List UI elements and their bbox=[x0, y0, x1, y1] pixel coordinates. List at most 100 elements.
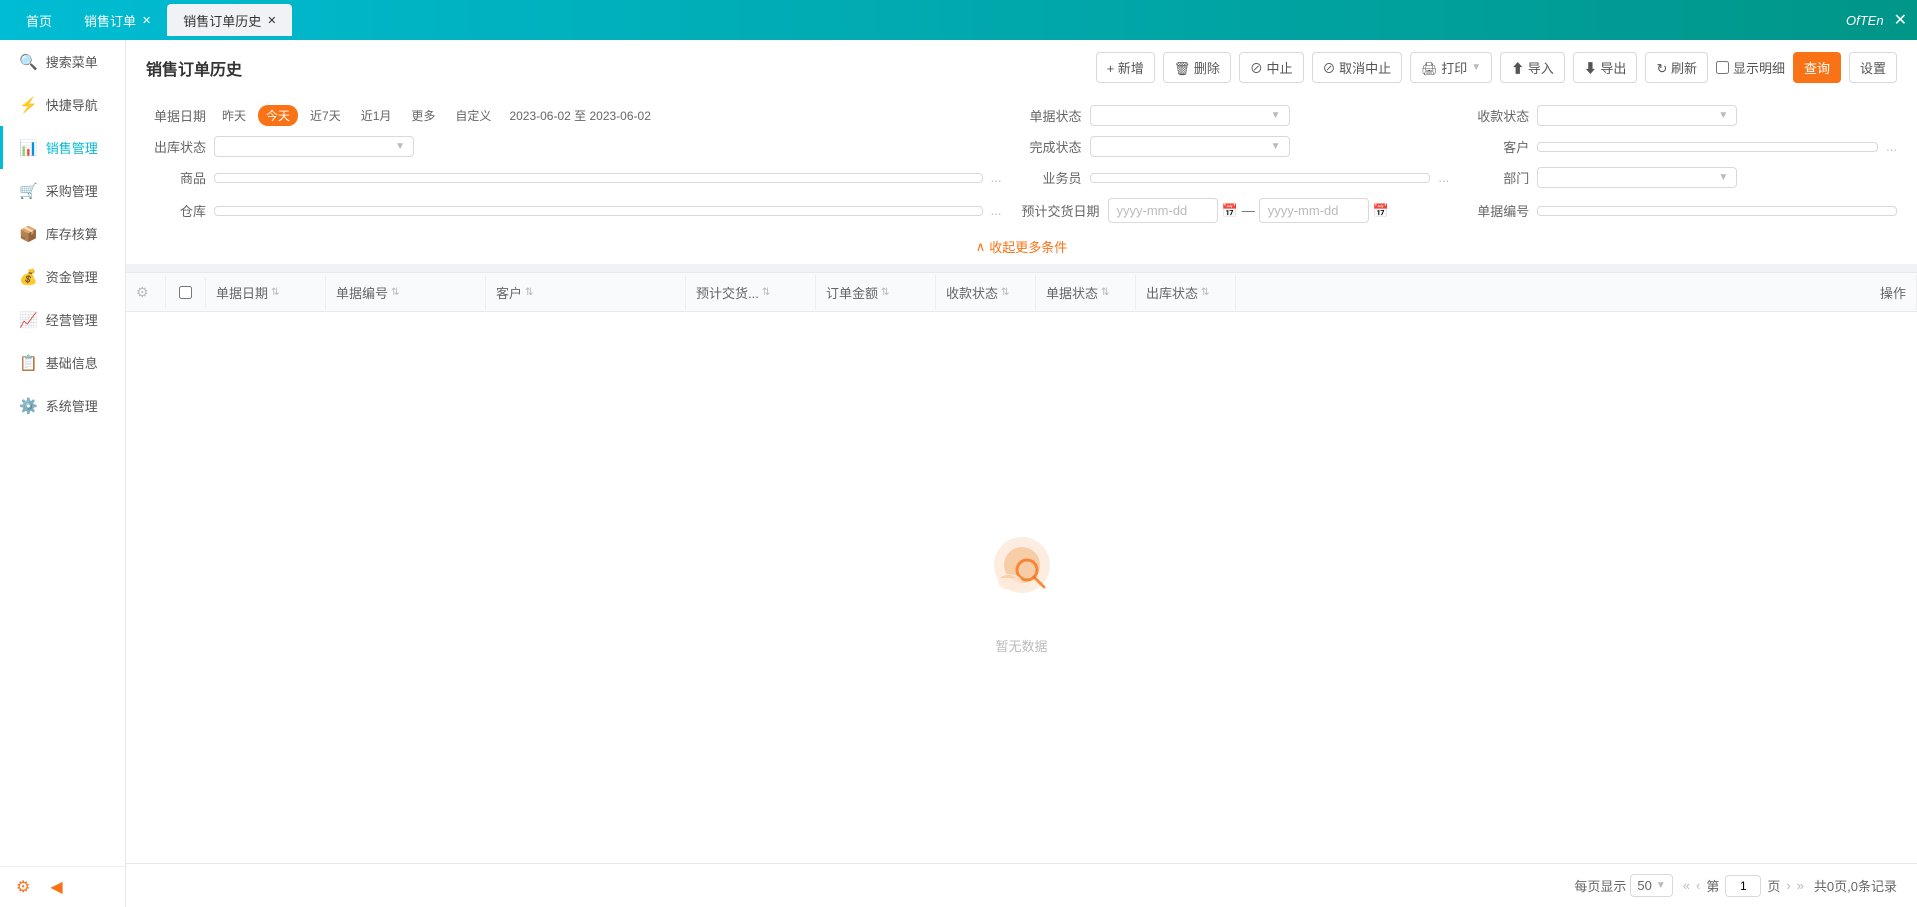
customer-input[interactable] bbox=[1537, 142, 1878, 152]
th-payment-sort-icon[interactable]: ⇅ bbox=[1001, 287, 1009, 298]
search-button[interactable]: 查询 bbox=[1793, 52, 1841, 83]
goods-label: 商品 bbox=[146, 168, 206, 187]
filter-complete-status: 完成状态 ▼ bbox=[1022, 136, 1450, 157]
sidebar-item-operations-label: 经营管理 bbox=[46, 310, 98, 329]
date-chip-last7[interactable]: 近7天 bbox=[302, 105, 349, 126]
dept-select[interactable]: ▼ bbox=[1537, 167, 1737, 188]
stop-button[interactable]: ⊘ 中止 bbox=[1239, 52, 1304, 83]
th-customer-sort-icon[interactable]: ⇅ bbox=[525, 287, 533, 298]
out-status-arrow-icon: ▼ bbox=[395, 141, 405, 152]
complete-status-select[interactable]: ▼ bbox=[1090, 136, 1290, 157]
refresh-button[interactable]: ↻ 刷新 bbox=[1645, 52, 1708, 83]
sidebar-item-base-info[interactable]: 📋 基础信息 bbox=[0, 341, 125, 384]
collapse-up-icon: ∧ bbox=[976, 239, 986, 255]
salesperson-input[interactable] bbox=[1090, 173, 1431, 183]
settings-button-label: 设置 bbox=[1860, 58, 1886, 77]
th-date-sort-icon[interactable]: ⇅ bbox=[271, 287, 279, 298]
tab-sales-order-close[interactable]: ✕ bbox=[142, 14, 151, 27]
order-no-input[interactable] bbox=[1537, 206, 1897, 216]
show-detail-checkbox[interactable] bbox=[1716, 61, 1729, 74]
th-gear[interactable]: ⚙ bbox=[126, 276, 166, 309]
empty-state: 暂无数据 bbox=[126, 312, 1917, 863]
last-page-button[interactable]: » bbox=[1797, 878, 1804, 893]
order-status-select[interactable]: ▼ bbox=[1090, 105, 1290, 126]
sidebar-item-system[interactable]: ⚙️ 系统管理 bbox=[0, 384, 125, 427]
sidebar-item-sales-mgmt[interactable]: 📊 销售管理 bbox=[0, 126, 125, 169]
date-chip-today[interactable]: 今天 bbox=[258, 105, 298, 126]
top-bar-close-icon[interactable]: ✕ bbox=[1894, 10, 1907, 30]
th-out-sort-icon[interactable]: ⇅ bbox=[1201, 287, 1209, 298]
warehouse-more-icon[interactable]: ... bbox=[991, 203, 1002, 218]
goods-input[interactable] bbox=[214, 173, 983, 183]
dept-control: ▼ bbox=[1537, 167, 1897, 188]
export-button[interactable]: ⬇ 导出 bbox=[1573, 52, 1638, 83]
calendar-to-icon[interactable]: 📅 bbox=[1373, 203, 1389, 219]
warehouse-input[interactable] bbox=[214, 206, 983, 216]
select-all-checkbox[interactable] bbox=[179, 286, 192, 299]
main-layout: 🔍 搜索菜单 ⚡ 快捷导航 📊 销售管理 🛒 采购管理 📦 库存核算 💰 资金管… bbox=[0, 40, 1917, 907]
system-icon: ⚙️ bbox=[19, 397, 38, 415]
date-from-placeholder: yyyy-mm-dd bbox=[1117, 203, 1188, 218]
filter-area: 单据日期 昨天 今天 近7天 近1月 更多 自定义 2023-06-02 至 2… bbox=[126, 95, 1917, 264]
sidebar-item-purchase-mgmt[interactable]: 🛒 采购管理 bbox=[0, 169, 125, 212]
new-button[interactable]: + 新增 bbox=[1096, 52, 1155, 83]
gear-icon[interactable]: ⚙ bbox=[136, 284, 149, 301]
delete-button[interactable]: 🗑 删除 bbox=[1163, 52, 1231, 83]
page-label-pre: 第 bbox=[1706, 876, 1719, 895]
sidebar-settings-icon[interactable]: ⚙ bbox=[16, 877, 30, 897]
settings-button[interactable]: 设置 bbox=[1849, 52, 1897, 83]
cancel-stop-button-label: ⊘ 取消中止 bbox=[1323, 58, 1392, 77]
sidebar-collapse-icon[interactable]: ◀ bbox=[50, 877, 62, 897]
salesperson-more-icon[interactable]: ... bbox=[1438, 170, 1449, 185]
th-delivery-label: 预计交货... bbox=[696, 283, 759, 302]
th-amount: 订单金额 ⇅ bbox=[816, 275, 936, 310]
tab-sales-order[interactable]: 销售订单 ✕ bbox=[68, 4, 167, 36]
page-size-box[interactable]: 50 ▼ bbox=[1630, 874, 1672, 897]
customer-more-icon[interactable]: ... bbox=[1886, 139, 1897, 154]
collapse-row[interactable]: ∧ 收起更多条件 bbox=[146, 233, 1897, 264]
customer-control: ... bbox=[1537, 139, 1897, 154]
th-status-sort-icon[interactable]: ⇅ bbox=[1101, 287, 1109, 298]
filter-out-status: 出库状态 ▼ bbox=[146, 136, 1002, 157]
print-button[interactable]: 🖨 打印 ▼ bbox=[1410, 52, 1492, 83]
first-page-button[interactable]: « bbox=[1683, 878, 1690, 893]
sidebar-item-finance[interactable]: 💰 资金管理 bbox=[0, 255, 125, 298]
goods-more-icon[interactable]: ... bbox=[991, 170, 1002, 185]
th-amount-sort-icon[interactable]: ⇅ bbox=[881, 287, 889, 298]
date-chip-last1m[interactable]: 近1月 bbox=[353, 105, 400, 126]
sidebar-item-operations[interactable]: 📈 经营管理 bbox=[0, 298, 125, 341]
print-dropdown-icon[interactable]: ▼ bbox=[1471, 62, 1481, 73]
date-chip-more[interactable]: 更多 bbox=[403, 105, 443, 126]
filter-row-1: 单据日期 昨天 今天 近7天 近1月 更多 自定义 2023-06-02 至 2… bbox=[146, 105, 1897, 126]
th-op-label: 操作 bbox=[1880, 283, 1906, 302]
tab-home[interactable]: 首页 bbox=[10, 4, 68, 36]
page-number-input[interactable] bbox=[1725, 875, 1761, 897]
customer-label: 客户 bbox=[1469, 137, 1529, 156]
next-page-button[interactable]: › bbox=[1786, 878, 1790, 893]
new-button-label: + 新增 bbox=[1107, 58, 1144, 77]
print-button-label: 🖨 打印 bbox=[1421, 58, 1467, 77]
complete-status-control: ▼ bbox=[1090, 136, 1450, 157]
th-no-sort-icon[interactable]: ⇅ bbox=[391, 287, 399, 298]
show-detail-label[interactable]: 显示明细 bbox=[1716, 58, 1785, 77]
date-control: 昨天 今天 近7天 近1月 更多 自定义 2023-06-02 至 2023-0… bbox=[214, 105, 1002, 126]
tab-sales-history-close[interactable]: ✕ bbox=[267, 14, 276, 27]
sidebar-item-inventory[interactable]: 📦 库存核算 bbox=[0, 212, 125, 255]
expected-date-from[interactable]: yyyy-mm-dd bbox=[1108, 198, 1218, 223]
sidebar-item-quick-nav[interactable]: ⚡ 快捷导航 bbox=[0, 83, 125, 126]
import-button[interactable]: ⬆ 导入 bbox=[1500, 52, 1565, 83]
date-chip-yesterday[interactable]: 昨天 bbox=[214, 105, 254, 126]
expected-date-to[interactable]: yyyy-mm-dd bbox=[1259, 198, 1369, 223]
order-status-label: 单据状态 bbox=[1022, 106, 1082, 125]
payment-status-select[interactable]: ▼ bbox=[1537, 105, 1737, 126]
tab-sales-history[interactable]: 销售订单历史 ✕ bbox=[167, 4, 292, 36]
th-delivery-sort-icon[interactable]: ⇅ bbox=[762, 287, 770, 298]
import-button-label: ⬆ 导入 bbox=[1511, 58, 1554, 77]
sidebar-item-search-menu[interactable]: 🔍 搜索菜单 bbox=[0, 40, 125, 83]
out-status-select[interactable]: ▼ bbox=[214, 136, 414, 157]
cancel-stop-button[interactable]: ⊘ 取消中止 bbox=[1312, 52, 1403, 83]
prev-page-button[interactable]: ‹ bbox=[1696, 878, 1700, 893]
calendar-from-icon[interactable]: 📅 bbox=[1222, 203, 1238, 219]
date-chip-custom[interactable]: 自定义 bbox=[447, 105, 499, 126]
th-date-label: 单据日期 bbox=[216, 283, 268, 302]
